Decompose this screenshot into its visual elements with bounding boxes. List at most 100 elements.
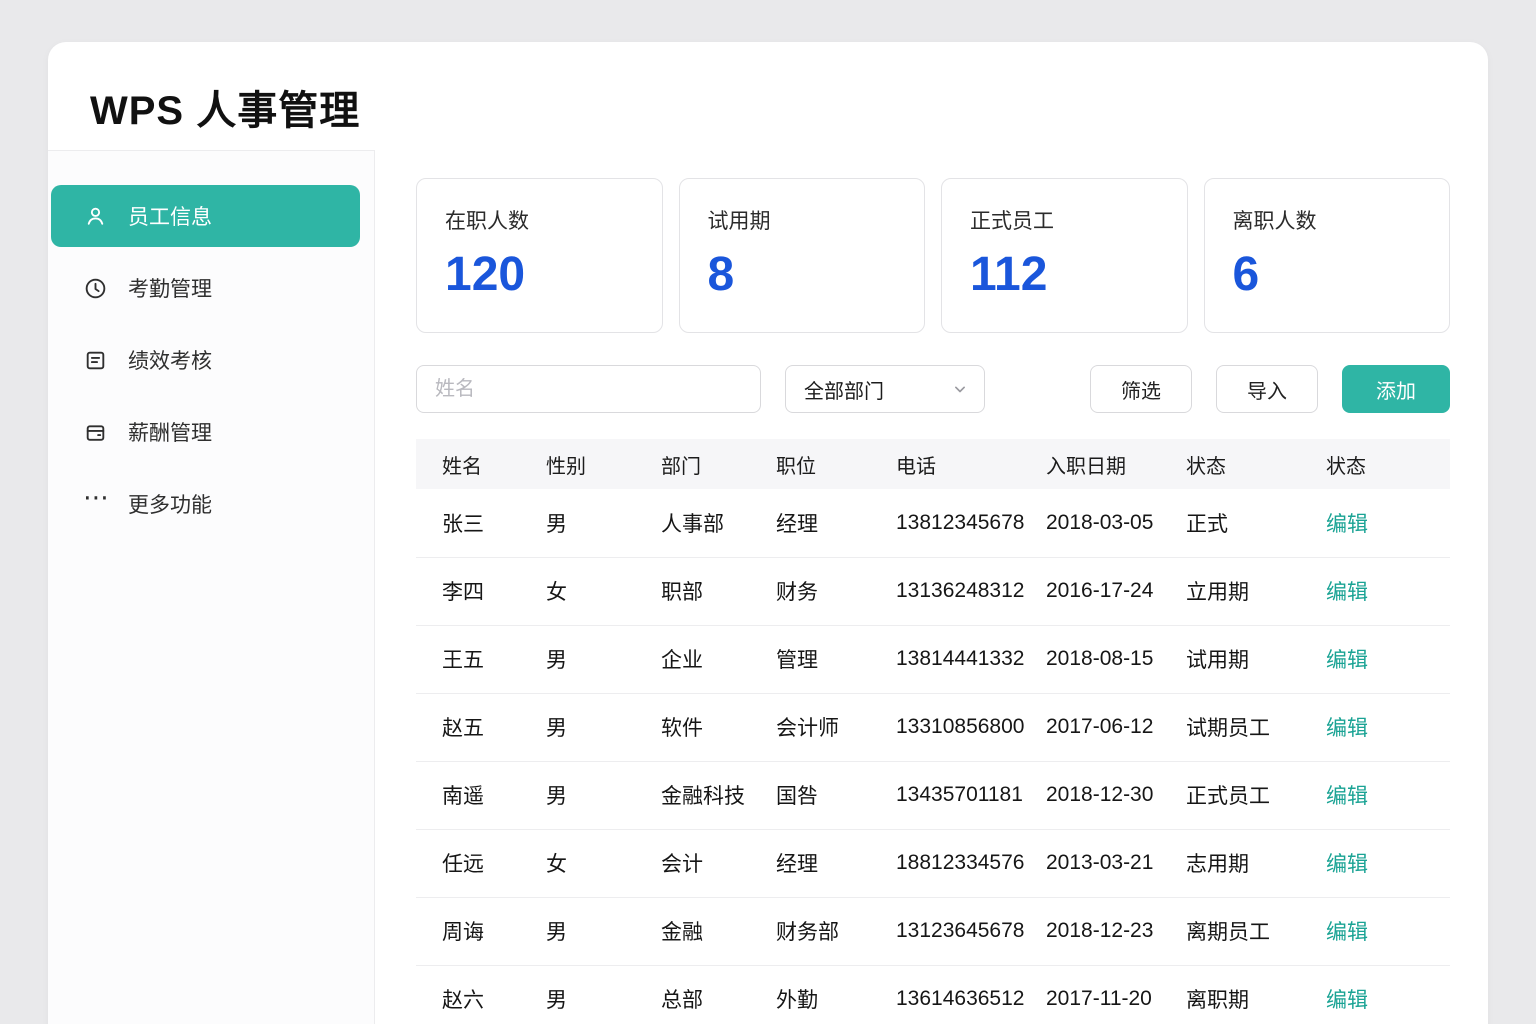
- stats-row: 在职人数 120 试用期 8 正式员工 112 离职人数 6: [416, 178, 1450, 333]
- table-body: 张三男人事部 经理 13812345678 2018-03-05 正式 编辑 李四女职部 财务…: [416, 489, 1450, 1024]
- search-input[interactable]: [416, 365, 761, 413]
- sidebar-item-attendance[interactable]: 考勤管理: [51, 257, 360, 319]
- edit-link[interactable]: 编辑: [1326, 921, 1368, 944]
- cell-action: 编辑: [1326, 965, 1450, 1024]
- cell-status: 试用期: [1186, 625, 1326, 694]
- cell-hire-date: 2018-12-30: [1046, 761, 1186, 830]
- cell-phone: 13812345678: [896, 489, 1046, 558]
- table-row: 张三男人事部 经理 13812345678 2018-03-05 正式 编辑: [416, 489, 1450, 558]
- cell-status: 志用期: [1186, 829, 1326, 898]
- cell-phone: 13814441332: [896, 625, 1046, 694]
- main-content: 在职人数 120 试用期 8 正式员工 112 离职人数 6 姓名 全部部门 筛…: [375, 150, 1488, 1024]
- cell-phone: 13310856800: [896, 693, 1046, 762]
- cell-hire-date: 2018-08-15: [1046, 625, 1186, 694]
- table-row: 王五男企业 管理 13814441332 2018-08-15 试用期 编辑: [416, 625, 1450, 694]
- cell-name: 张三: [416, 489, 546, 558]
- sidebar-item-performance[interactable]: 绩效考核: [51, 329, 360, 391]
- cell-action: 编辑: [1326, 693, 1450, 762]
- cell-position: 财务: [776, 557, 896, 626]
- column-header-status: 状态: [1186, 439, 1326, 489]
- cell-hire-date: 2017-06-12: [1046, 693, 1186, 762]
- cell-name: 周诲: [416, 897, 546, 966]
- stat-label: 在职人数: [445, 210, 529, 233]
- cell-gender: 男: [546, 625, 661, 694]
- edit-link[interactable]: 编辑: [1326, 853, 1368, 876]
- sidebar-item-employee-info[interactable]: 员工信息: [51, 185, 360, 247]
- sidebar-item-more[interactable]: ⋯ 更多功能: [51, 473, 360, 535]
- add-button[interactable]: 添加: [1342, 365, 1450, 413]
- sidebar-item-payroll[interactable]: 薪酬管理: [51, 401, 360, 463]
- edit-link[interactable]: 编辑: [1326, 581, 1368, 604]
- department-select[interactable]: 全部部门: [785, 365, 985, 413]
- cell-position: 管理: [776, 625, 896, 694]
- cell-position: 会计师: [776, 693, 896, 762]
- sidebar-item-label: 更多功能: [128, 494, 212, 517]
- sidebar-item-label: 绩效考核: [128, 350, 212, 373]
- cell-action: 编辑: [1326, 829, 1450, 898]
- cell-action: 编辑: [1326, 897, 1450, 966]
- edit-link[interactable]: 编辑: [1326, 717, 1368, 740]
- edit-link[interactable]: 编辑: [1326, 649, 1368, 672]
- cell-action: 编辑: [1326, 489, 1450, 558]
- cell-status: 正式员工: [1186, 761, 1326, 830]
- stat-label: 正式员工: [970, 210, 1054, 233]
- chevron-down-icon: [955, 386, 965, 393]
- stat-card-regular-employees: 正式员工 112: [941, 178, 1188, 333]
- stat-card-active-employees: 在职人数 120: [416, 178, 663, 333]
- cell-status: 离职期: [1186, 965, 1326, 1024]
- clock-icon: [83, 276, 108, 301]
- cell-position: 经理: [776, 829, 896, 898]
- table-row: 周诲男金融 财务部 13123645678 2018-12-23 离期员工 编辑: [416, 897, 1450, 966]
- cell-phone: 13136248312: [896, 557, 1046, 626]
- employee-table: 姓名 性别 部门 职位 电话 入职日期 状态 状态 张三男人事部 经理 138123…: [416, 439, 1450, 1024]
- edit-link[interactable]: 编辑: [1326, 513, 1368, 536]
- cell-position: 国咎: [776, 761, 896, 830]
- cell-gender: 男: [546, 897, 661, 966]
- cell-gender: 女: [546, 557, 661, 626]
- edit-link[interactable]: 编辑: [1326, 785, 1368, 808]
- cell-name: 赵五: [416, 693, 546, 762]
- cell-hire-date: 2013-03-21: [1046, 829, 1186, 898]
- window-header: WPS 人事管理: [48, 42, 1488, 150]
- edit-link[interactable]: 编辑: [1326, 989, 1368, 1012]
- cell-status: 立用期: [1186, 557, 1326, 626]
- column-header-name: 姓名: [416, 439, 546, 489]
- table-header-row: 姓名 性别 部门 职位 电话 入职日期 状态 状态: [416, 439, 1450, 489]
- toolbar: 全部部门 筛选 导入 添加: [416, 365, 1450, 413]
- column-header-department: 部门: [661, 439, 776, 489]
- filter-button[interactable]: 筛选: [1090, 365, 1192, 413]
- cell-position: 财务部: [776, 897, 896, 966]
- cell-gender: 女: [546, 829, 661, 898]
- import-button[interactable]: 导入: [1216, 365, 1318, 413]
- stat-card-departed-employees: 离职人数 6: [1203, 178, 1450, 333]
- main-window: WPS 人事管理 员工信息 考勤管理 绩效考核 薪酬管理 ⋯ 更多功能 在职人数…: [48, 42, 1488, 1024]
- sidebar-item-label: 员工信息: [128, 206, 212, 229]
- stat-label: 离职人数: [1232, 210, 1317, 233]
- cell-name: 王五: [416, 625, 546, 694]
- app-title: WPS 人事管理: [90, 89, 361, 133]
- cell-hire-date: 2016-17-24: [1046, 557, 1186, 626]
- department-select-value: 全部部门: [804, 380, 884, 403]
- column-header-phone: 电话: [896, 439, 1046, 489]
- report-icon: [83, 348, 108, 373]
- stat-label: 试用期: [707, 210, 771, 233]
- cell-gender: 男: [546, 489, 661, 558]
- column-header-position: 职位: [776, 439, 896, 489]
- cell-position: 经理: [776, 489, 896, 558]
- column-header-gender: 性别: [546, 439, 661, 489]
- cell-name: 赵六: [416, 965, 546, 1024]
- cell-action: 编辑: [1326, 761, 1450, 830]
- cell-action: 编辑: [1326, 557, 1450, 626]
- cell-department: 金融: [661, 897, 776, 966]
- stat-value: 6: [1232, 248, 1260, 301]
- cell-hire-date: 2017-11-20: [1046, 965, 1186, 1024]
- cell-phone: 18812334576: [896, 829, 1046, 898]
- cell-phone: 13614636512: [896, 965, 1046, 1024]
- cell-name: 南遥: [416, 761, 546, 830]
- table-row: 南遥男金融科技 国咎 13435701181 2018-12-30 正式员工 编辑: [416, 761, 1450, 830]
- table-row: 任远女会计 经理 18812334576 2013-03-21 志用期 编辑: [416, 829, 1450, 898]
- cell-gender: 男: [546, 693, 661, 762]
- cell-status: 离期员工: [1186, 897, 1326, 966]
- stat-value: 112: [970, 248, 1048, 301]
- cell-gender: 男: [546, 965, 661, 1024]
